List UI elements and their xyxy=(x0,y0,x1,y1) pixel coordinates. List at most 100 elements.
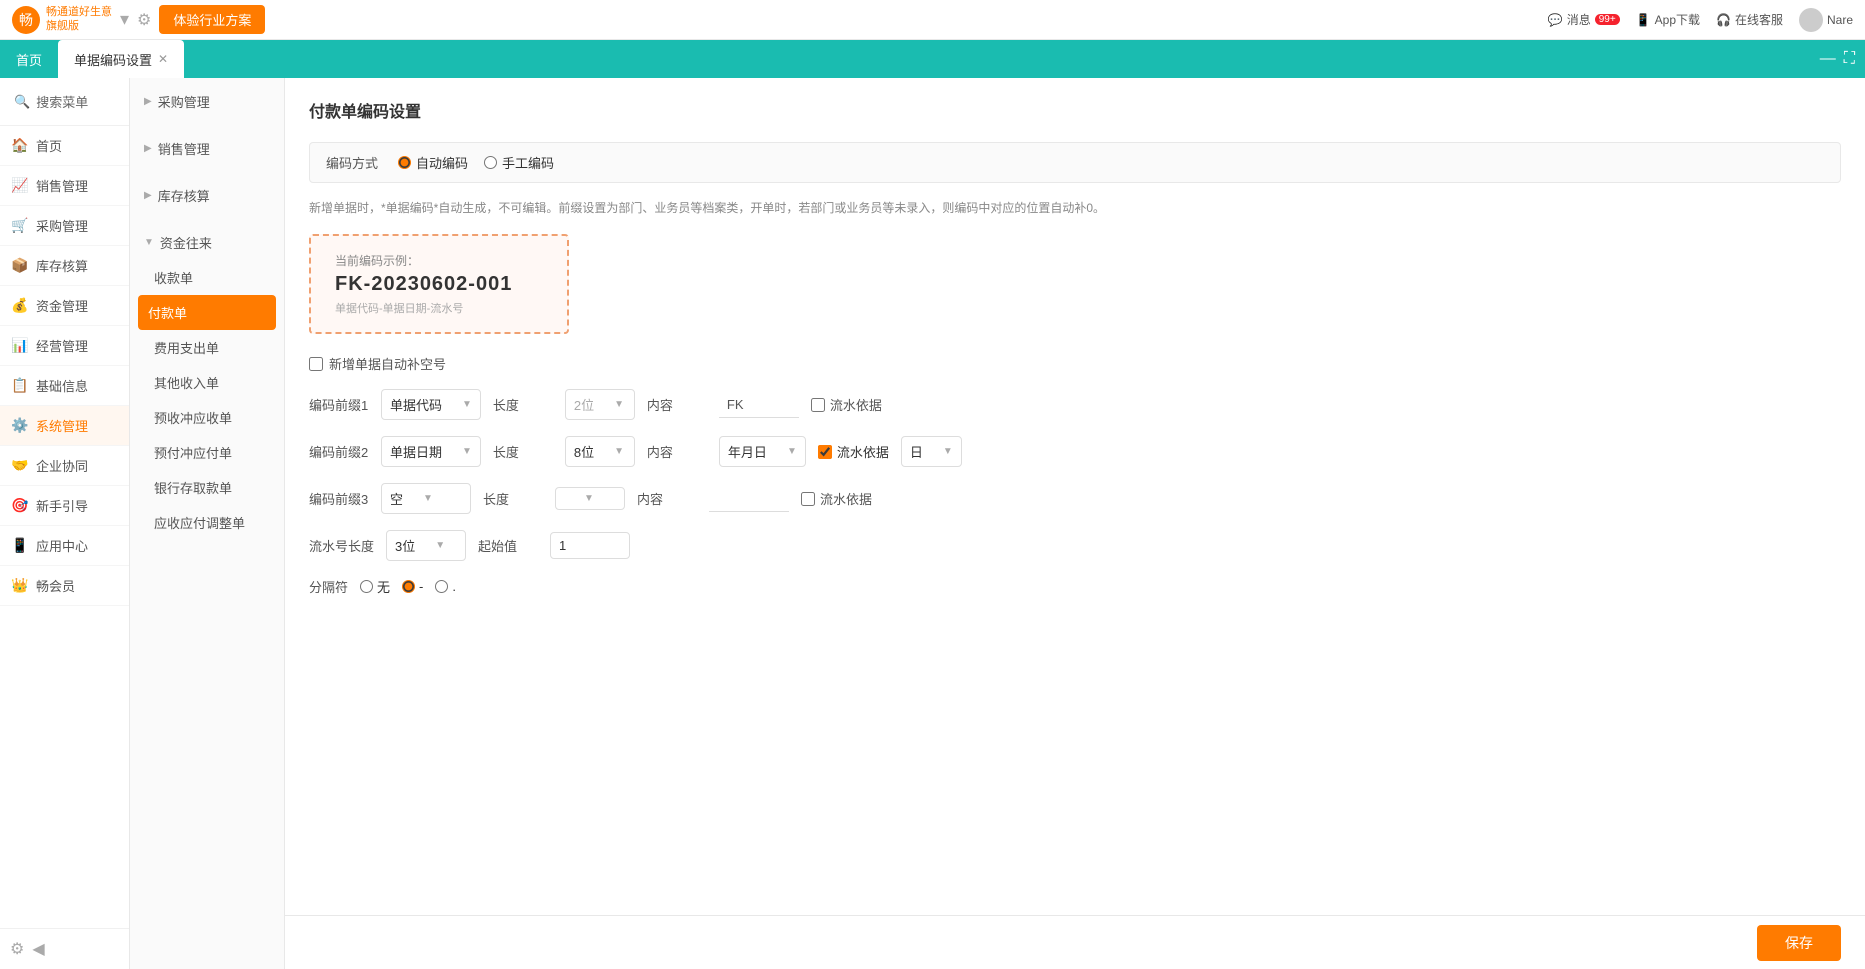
length3-label: 长度 xyxy=(483,489,543,508)
search-icon: 🔍 xyxy=(14,94,30,110)
prefix1-select-wrapper: 单据代码 ▼ xyxy=(381,389,481,420)
waterfall2-period-wrapper: 日 ▼ xyxy=(901,436,962,467)
sidebar-item-operations[interactable]: 📊 经营管理 xyxy=(0,326,129,366)
sidebar-item-finance[interactable]: 💰 资金管理 xyxy=(0,286,129,326)
length1-label: 长度 xyxy=(493,395,553,414)
tab-minimize-icon[interactable]: — xyxy=(1820,50,1836,68)
sep-none-radio[interactable]: 无 xyxy=(360,577,390,596)
arrow-capital: ▼ xyxy=(144,237,154,248)
sidebar-settings-btn[interactable]: ⚙ xyxy=(10,939,24,959)
logo-text: 畅通道好生意 旗舰版 xyxy=(46,6,112,32)
prefix2-label: 编码前缀2 xyxy=(309,442,369,461)
serial-number-row: 流水号长度 3位 ▼ 起始值 xyxy=(309,530,1841,561)
messages-btn[interactable]: 💬 消息 99+ xyxy=(1548,11,1620,28)
online-service-btn[interactable]: 🎧 在线客服 xyxy=(1716,11,1783,28)
sidebar-collapse-btn[interactable]: ◀ xyxy=(32,939,44,959)
sec-item-prepaid-offset[interactable]: 预收冲应收单 xyxy=(130,400,284,435)
sep-dot-radio[interactable]: . xyxy=(435,579,456,594)
sec-header-sales[interactable]: ▶ 销售管理 xyxy=(130,131,284,166)
home-icon: 🏠 xyxy=(12,138,28,154)
sec-header-inventory[interactable]: ▶ 库存核算 xyxy=(130,178,284,213)
tab-home[interactable]: 首页 xyxy=(0,40,58,78)
page-title: 付款单编码设置 xyxy=(309,98,1841,122)
sidebar-item-home[interactable]: 🏠 首页 xyxy=(0,126,129,166)
sidebar-item-system[interactable]: ⚙️ 系统管理 xyxy=(0,406,129,446)
top-bar-left: 畅 畅通道好生意 旗舰版 ▾ ⚙ 体验行业方案 xyxy=(12,5,1540,34)
separator-label: 分隔符 xyxy=(309,577,348,596)
radio-manual[interactable]: 手工编码 xyxy=(484,153,554,172)
waterfall2-period-select[interactable]: 日 ▼ xyxy=(901,436,962,467)
prefix2-select[interactable]: 单据日期 ▼ xyxy=(381,436,481,467)
waterfall3-checkbox[interactable] xyxy=(801,492,815,506)
settings-icon[interactable]: ⚙ xyxy=(137,10,151,30)
app-download-btn[interactable]: 📱 App下载 xyxy=(1636,11,1700,28)
sidebar: 🔍 搜索菜单 🏠 首页 📈 销售管理 🛒 采购管理 📦 库存核算 💰 资金管理 … xyxy=(0,78,130,969)
waterfall1-checkbox-item[interactable]: 流水依据 xyxy=(811,395,882,414)
start-value-input[interactable] xyxy=(550,532,630,559)
sec-item-expense[interactable]: 费用支出单 xyxy=(130,330,284,365)
tab-encoding-settings[interactable]: 单据编码设置 ✕ xyxy=(58,40,184,78)
new-row-checkbox[interactable] xyxy=(309,357,323,371)
waterfall1-checkbox[interactable] xyxy=(811,398,825,412)
waterfall2-checkbox-item[interactable]: 流水依据 xyxy=(818,442,889,461)
tab-close-icon[interactable]: ✕ xyxy=(158,52,168,66)
sidebar-item-sales[interactable]: 📈 销售管理 xyxy=(0,166,129,206)
length3-arrow: ▼ xyxy=(584,493,594,504)
sep-dash-radio[interactable]: - xyxy=(402,579,423,594)
sidebar-item-purchase[interactable]: 🛒 采购管理 xyxy=(0,206,129,246)
sidebar-item-enterprise[interactable]: 🤝 企业协同 xyxy=(0,446,129,486)
content2-select[interactable]: 年月日 ▼ xyxy=(719,436,806,467)
length1-select[interactable]: 2位 ▼ xyxy=(565,389,635,420)
content1-input xyxy=(719,392,799,418)
top-bar-right: 💬 消息 99+ 📱 App下载 🎧 在线客服 Nare xyxy=(1548,8,1853,32)
content3-label: 内容 xyxy=(637,489,697,508)
waterfall3-checkbox-item[interactable]: 流水依据 xyxy=(801,489,872,508)
sec-item-other-income[interactable]: 其他收入单 xyxy=(130,365,284,400)
prefix1-select[interactable]: 单据代码 ▼ xyxy=(381,389,481,420)
code-preview-box: 当前编码示例： FK-20230602-001 单据代码-单据日期-流水号 xyxy=(309,234,569,334)
sidebar-item-app-center[interactable]: 📱 应用中心 xyxy=(0,526,129,566)
search-menu-btn[interactable]: 🔍 搜索菜单 xyxy=(8,88,121,115)
serial-length-wrapper: 3位 ▼ xyxy=(386,530,466,561)
sidebar-bottom: ⚙ ◀ xyxy=(0,928,129,969)
trial-btn[interactable]: 体验行业方案 xyxy=(159,5,265,34)
sidebar-item-member[interactable]: 👑 畅会员 xyxy=(0,566,129,606)
bottom-bar: 保存 xyxy=(285,915,1865,969)
code-preview-structure: 单据代码-单据日期-流水号 xyxy=(335,300,543,316)
nav-arrow[interactable]: ▾ xyxy=(120,9,129,30)
waterfall2-checkbox[interactable] xyxy=(818,445,832,459)
user-avatar xyxy=(1799,8,1823,32)
prefix3-select[interactable]: 空 ▼ xyxy=(381,483,471,514)
save-button[interactable]: 保存 xyxy=(1757,925,1841,961)
sidebar-item-newbie[interactable]: 🎯 新手引导 xyxy=(0,486,129,526)
content2-label: 内容 xyxy=(647,442,707,461)
sec-item-bank-deposit[interactable]: 银行存取款单 xyxy=(130,470,284,505)
new-row-checkbox-row: 新增单据自动补空号 xyxy=(309,354,1841,373)
sidebar-item-basic-info[interactable]: 📋 基础信息 xyxy=(0,366,129,406)
serial-length-label: 流水号长度 xyxy=(309,536,374,555)
length2-arrow: ▼ xyxy=(614,446,624,457)
period-arrow: ▼ xyxy=(943,446,953,457)
encoding-mode-section: 编码方式 自动编码 手工编码 xyxy=(309,142,1841,183)
tab-maximize-icon[interactable]: ⛶ xyxy=(1844,50,1855,68)
sec-item-ar-ap-adjust[interactable]: 应收应付调整单 xyxy=(130,505,284,540)
purchase-icon: 🛒 xyxy=(12,218,28,234)
length2-select[interactable]: 8位 ▼ xyxy=(565,436,635,467)
sidebar-item-inventory[interactable]: 📦 库存核算 xyxy=(0,246,129,286)
tab-controls: — ⛶ xyxy=(1820,50,1855,68)
prefix2-row: 编码前缀2 单据日期 ▼ 长度 8位 ▼ 内容 年月日 ▼ xyxy=(309,436,1841,467)
sec-item-receipt[interactable]: 收款单 xyxy=(130,260,284,295)
prefix1-arrow: ▼ xyxy=(462,399,472,410)
radio-auto[interactable]: 自动编码 xyxy=(398,153,468,172)
serial-length-select[interactable]: 3位 ▼ xyxy=(386,530,466,561)
message-icon: 💬 xyxy=(1548,13,1563,27)
sec-header-purchase[interactable]: ▶ 采购管理 xyxy=(130,84,284,119)
sec-header-capital[interactable]: ▼ 资金往来 xyxy=(130,225,284,260)
sec-item-payment[interactable]: 付款单 xyxy=(138,295,276,330)
user-area[interactable]: Nare xyxy=(1799,8,1853,32)
arrow-inventory: ▶ xyxy=(144,190,152,201)
logo-area: 畅 畅通道好生意 旗舰版 xyxy=(12,6,112,34)
sec-item-advance-offset[interactable]: 预付冲应付单 xyxy=(130,435,284,470)
finance-icon: 💰 xyxy=(12,298,28,314)
length3-select[interactable]: ▼ xyxy=(555,487,625,510)
